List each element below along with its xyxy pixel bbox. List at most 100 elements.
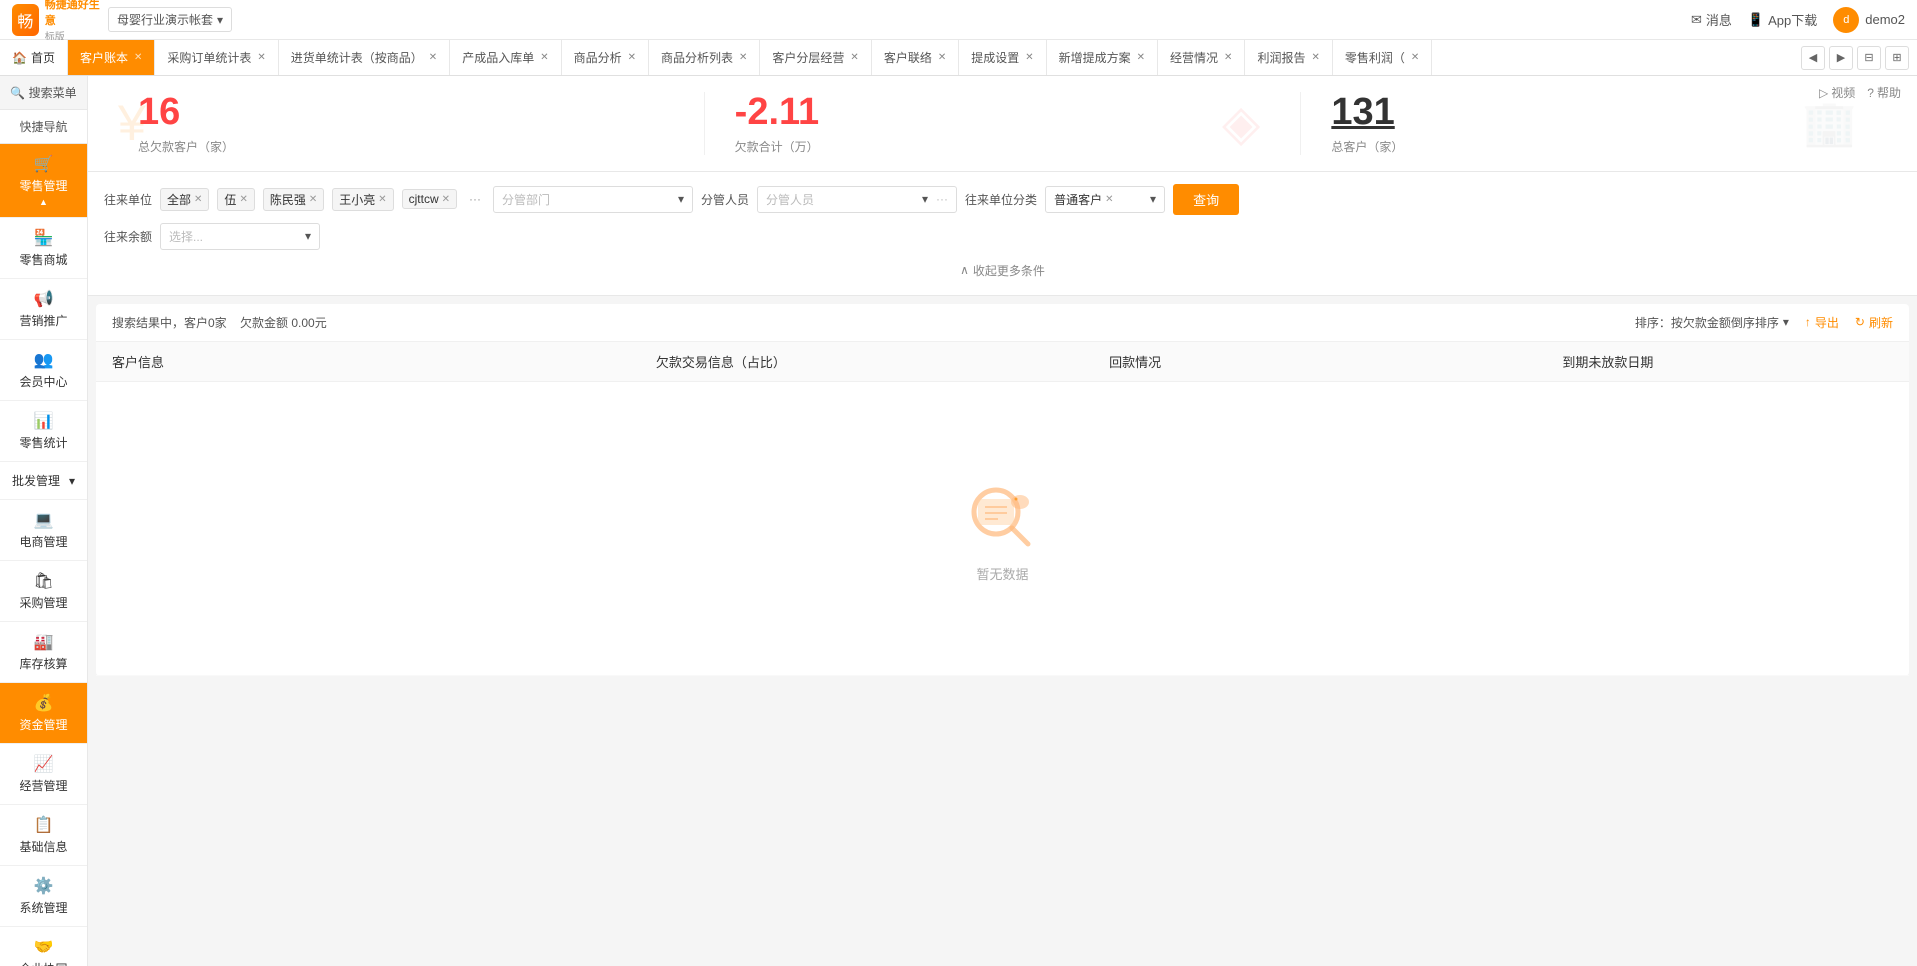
sidebar-item-marketing[interactable]: 📢 营销推广 — [0, 279, 87, 340]
table-toolbar: 搜索结果中，客户0家 欠款金额 0.00元 排序：按欠款金额倒序排序 ▾ ↑ 导… — [96, 304, 1909, 342]
expand-icon: ▾ — [69, 474, 75, 488]
export-btn[interactable]: ↑ 导出 — [1805, 314, 1839, 331]
table-body: 暂无数据 — [96, 381, 1909, 675]
close-icon[interactable]: ✕ — [628, 52, 636, 63]
tab-prev-btn[interactable]: ◀ — [1801, 46, 1825, 70]
close-icon[interactable]: ✕ — [194, 194, 202, 205]
sidebar-item-batch-mgmt[interactable]: 批发管理 ▾ — [0, 462, 87, 500]
search-icon: 🔍 — [10, 86, 25, 100]
filter-row-2: 往来余额 选择... ▾ — [104, 223, 1901, 250]
empty-illustration — [958, 474, 1048, 564]
tab-product-analysis[interactable]: 商品分析 ✕ — [562, 40, 649, 76]
tab-home[interactable]: 🏠 首页 — [0, 40, 68, 76]
tab-product-analysis-list[interactable]: 商品分析列表 ✕ — [649, 40, 760, 76]
tab-raise-settings[interactable]: 提成设置 ✕ — [959, 40, 1046, 76]
top-bar-right: ✉ 消息 📱 App下载 d demo2 — [1691, 7, 1905, 33]
stat-total-clients: 🏢 131 总客户（家） — [1301, 92, 1897, 155]
tab-purchase-order[interactable]: 采购订单统计表 ✕ — [155, 40, 278, 76]
close-icon[interactable]: ✕ — [1411, 52, 1419, 63]
close-icon[interactable]: ✕ — [134, 52, 142, 63]
sidebar-item-retail-stats[interactable]: 📊 零售统计 — [0, 401, 87, 462]
close-icon[interactable]: ✕ — [1311, 52, 1319, 63]
tab-maximize-btn[interactable]: ⊞ — [1885, 46, 1909, 70]
query-button[interactable]: 查询 — [1173, 184, 1239, 215]
sidebar-search[interactable]: 🔍 搜索菜单 — [0, 76, 87, 110]
message-icon: ✉ — [1691, 12, 1702, 28]
tab-new-raise-plan[interactable]: 新增提成方案 ✕ — [1047, 40, 1158, 76]
filter-tag-chen: 陈民强 ✕ — [263, 188, 324, 211]
sidebar-item-retail-mgmt[interactable]: 🛒 零售管理 ▲ — [0, 144, 87, 218]
sidebar-item-retail-mall[interactable]: 🏪 零售商城 — [0, 218, 87, 279]
basic-info-icon: 📋 — [34, 815, 54, 835]
download-icon: 📱 — [1748, 12, 1764, 28]
close-icon[interactable]: ✕ — [540, 52, 548, 63]
sort-select[interactable]: 排序：按欠款金额倒序排序 ▾ — [1635, 314, 1789, 331]
tab-retail-profit[interactable]: 零售利润（ ✕ — [1333, 40, 1432, 76]
filter-unit-category-label: 往来单位分类 — [965, 191, 1037, 208]
sidebar-quick-nav[interactable]: 快捷导航 — [0, 110, 87, 144]
sidebar-item-inventory[interactable]: 🏭 库存核算 — [0, 622, 87, 683]
message-btn[interactable]: ✉ 消息 — [1691, 10, 1732, 29]
col-due-date: 到期未放款日期 — [1546, 342, 1909, 382]
search-result-info: 搜索结果中，客户0家 欠款金额 0.00元 — [112, 314, 327, 331]
close-icon[interactable]: ✕ — [1025, 52, 1033, 63]
data-table: 客户信息 欠款交易信息（占比） 回款情况 到期未放款日期 — [96, 342, 1909, 676]
sidebar-item-sys[interactable]: ⚙️ 系统管理 — [0, 866, 87, 927]
tab-profit-report[interactable]: 利润报告 ✕ — [1245, 40, 1332, 76]
tab-customer-book[interactable]: 客户账本 ✕ — [68, 40, 155, 76]
sidebar-item-enterprise-coop[interactable]: 🤝 企业协同 — [0, 927, 87, 966]
more-tags-btn[interactable]: ··· — [465, 190, 485, 208]
tab-minimize-btn[interactable]: ⊟ — [1857, 46, 1881, 70]
close-icon[interactable]: ✕ — [309, 194, 317, 205]
tab-customer-tier[interactable]: 客户分层经营 ✕ — [760, 40, 871, 76]
tab-business-status[interactable]: 经营情况 ✕ — [1158, 40, 1245, 76]
close-icon[interactable]: ✕ — [1224, 52, 1232, 63]
tab-next-btn[interactable]: ▶ — [1829, 46, 1853, 70]
sidebar-item-ecommerce[interactable]: 💻 电商管理 — [0, 500, 87, 561]
chevron-down-icon: ▾ — [678, 192, 684, 206]
retail-stats-icon: 📊 — [34, 411, 54, 431]
dept-select[interactable]: 分管部门 ▾ — [493, 186, 693, 213]
close-icon[interactable]: ✕ — [739, 52, 747, 63]
chevron-up-icon: ∧ — [960, 263, 969, 277]
sidebar-item-ops[interactable]: 📈 经营管理 — [0, 744, 87, 805]
refresh-icon: ↻ — [1855, 315, 1865, 329]
close-icon[interactable]: ✕ — [239, 194, 247, 205]
refresh-btn[interactable]: ↻ 刷新 — [1855, 314, 1893, 331]
close-icon[interactable]: ✕ — [1105, 194, 1113, 205]
tab-customer-contact[interactable]: 客户联络 ✕ — [872, 40, 959, 76]
ops-icon: 📈 — [34, 754, 54, 774]
enterprise-coop-icon: 🤝 — [34, 937, 54, 957]
person-select[interactable]: 分管人员 ▾ ··· — [757, 186, 957, 213]
close-icon[interactable]: ✕ — [378, 194, 386, 205]
user-avatar-area[interactable]: d demo2 — [1833, 7, 1905, 33]
empty-state: 暂无数据 — [112, 394, 1893, 663]
close-icon[interactable]: ✕ — [1137, 52, 1145, 63]
close-icon[interactable]: ✕ — [442, 194, 450, 205]
tab-incoming-stats[interactable]: 进货单统计表（按商品） ✕ — [279, 40, 450, 76]
balance-select[interactable]: 选择... ▾ — [160, 223, 320, 250]
header-row: 客户信息 欠款交易信息（占比） 回款情况 到期未放款日期 — [96, 342, 1909, 382]
tab-product-entry[interactable]: 产成品入库单 ✕ — [450, 40, 561, 76]
close-icon[interactable]: ✕ — [429, 52, 437, 63]
sidebar-item-member[interactable]: 👥 会员中心 — [0, 340, 87, 401]
top-bar: 畅 畅捷通好生意 标版 母婴行业演示帐套 ▾ ✉ 消息 📱 App下载 d de… — [0, 0, 1917, 40]
sidebar-item-basic-info[interactable]: 📋 基础信息 — [0, 805, 87, 866]
close-icon[interactable]: ✕ — [850, 52, 858, 63]
app-download-btn[interactable]: 📱 App下载 — [1748, 10, 1817, 29]
stat-value-debt: -2.11 — [735, 92, 1271, 134]
collapse-btn[interactable]: ∧ 收起更多条件 — [104, 258, 1901, 283]
more-btn[interactable]: ··· — [936, 192, 948, 206]
chevron-down-icon: ▾ — [1150, 192, 1156, 206]
workspace-dropdown[interactable]: 母婴行业演示帐套 ▾ — [108, 7, 232, 32]
sidebar-item-finance[interactable]: 💰 资金管理 — [0, 683, 87, 744]
close-icon[interactable]: ✕ — [938, 52, 946, 63]
unit-category-select[interactable]: 普通客户 ✕ ▾ — [1045, 186, 1165, 213]
close-icon[interactable]: ✕ — [257, 52, 265, 63]
filter-tag-unit-all: 全部 ✕ — [160, 188, 209, 211]
stat-total-debt: ◈ -2.11 欠款合计（万） — [705, 92, 1302, 155]
logo-area: 畅 畅捷通好生意 标版 — [12, 0, 100, 43]
filter-tag-wu: 伍 ✕ — [217, 188, 254, 211]
inventory-icon: 🏭 — [34, 632, 54, 652]
sidebar-item-purchase[interactable]: 🛍 采购管理 — [0, 561, 87, 622]
